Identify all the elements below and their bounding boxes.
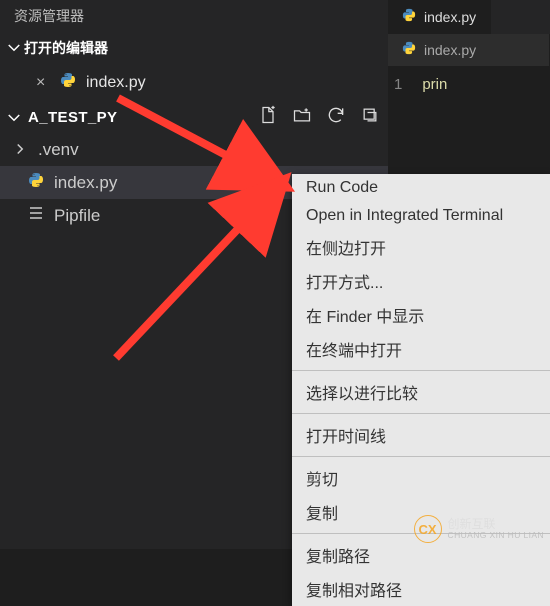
project-actions <box>258 105 380 130</box>
python-icon <box>402 41 416 60</box>
menu-item[interactable]: 复制相对路径 <box>292 572 550 606</box>
menu-separator <box>292 413 550 414</box>
tab-active[interactable]: index.py <box>388 0 491 34</box>
explorer-title: 资源管理器 <box>0 0 388 32</box>
project-header[interactable]: A_TEST_PY <box>0 101 388 134</box>
python-icon <box>402 8 416 27</box>
new-file-icon[interactable] <box>258 105 278 130</box>
tree-label: Pipfile <box>54 206 100 226</box>
watermark-en: CHUANG XIN HU LIAN <box>448 531 544 540</box>
menu-separator <box>292 456 550 457</box>
chevron-right-icon <box>14 140 28 160</box>
code-text: prin <box>422 76 447 93</box>
python-icon <box>60 72 76 93</box>
line-number: 1 <box>394 76 402 93</box>
menu-item[interactable]: 选择以进行比较 <box>292 375 550 409</box>
menu-separator <box>292 370 550 371</box>
tree-label: index.py <box>54 173 117 193</box>
new-folder-icon[interactable] <box>292 105 312 130</box>
chevron-down-icon <box>8 42 20 54</box>
menu-item[interactable]: 剪切 <box>292 461 550 495</box>
editor-filename: index.py <box>86 74 146 92</box>
watermark-zh: 创新互联 <box>448 518 544 531</box>
tree-folder-venv[interactable]: .venv <box>0 134 388 166</box>
close-icon[interactable]: × <box>36 74 50 92</box>
tab-secondary[interactable]: index.py <box>388 34 550 66</box>
open-editors-list: × index.py <box>0 64 388 101</box>
open-editor-item[interactable]: × index.py <box>0 68 388 97</box>
open-editors-label: 打开的编辑器 <box>24 38 108 58</box>
code-line[interactable]: 1 prin <box>388 66 550 103</box>
tab-label: index.py <box>424 9 476 25</box>
project-name-label: A_TEST_PY <box>28 109 117 126</box>
menu-item[interactable]: 复制路径 <box>292 538 550 572</box>
menu-item[interactable]: 打开时间线 <box>292 418 550 452</box>
watermark-logo: CX <box>414 515 442 543</box>
tab-bar: index.py <box>388 0 550 34</box>
watermark: CX 创新互联 CHUANG XIN HU LIAN <box>414 515 544 543</box>
menu-item[interactable]: 在侧边打开 <box>292 230 550 264</box>
menu-item[interactable]: Run Code <box>292 174 550 202</box>
tree-label: .venv <box>38 140 79 160</box>
open-editors-header[interactable]: 打开的编辑器 <box>0 32 388 64</box>
menu-item[interactable]: Open in Integrated Terminal <box>292 202 550 230</box>
menu-item[interactable]: 打开方式... <box>292 264 550 298</box>
chevron-down-icon <box>8 112 20 124</box>
python-icon <box>28 172 44 193</box>
tab-label: index.py <box>424 42 476 58</box>
refresh-icon[interactable] <box>326 105 346 130</box>
menu-item[interactable]: 在 Finder 中显示 <box>292 298 550 332</box>
collapse-all-icon[interactable] <box>360 105 380 130</box>
menu-item[interactable]: 在终端中打开 <box>292 332 550 366</box>
file-lines-icon <box>28 205 44 226</box>
